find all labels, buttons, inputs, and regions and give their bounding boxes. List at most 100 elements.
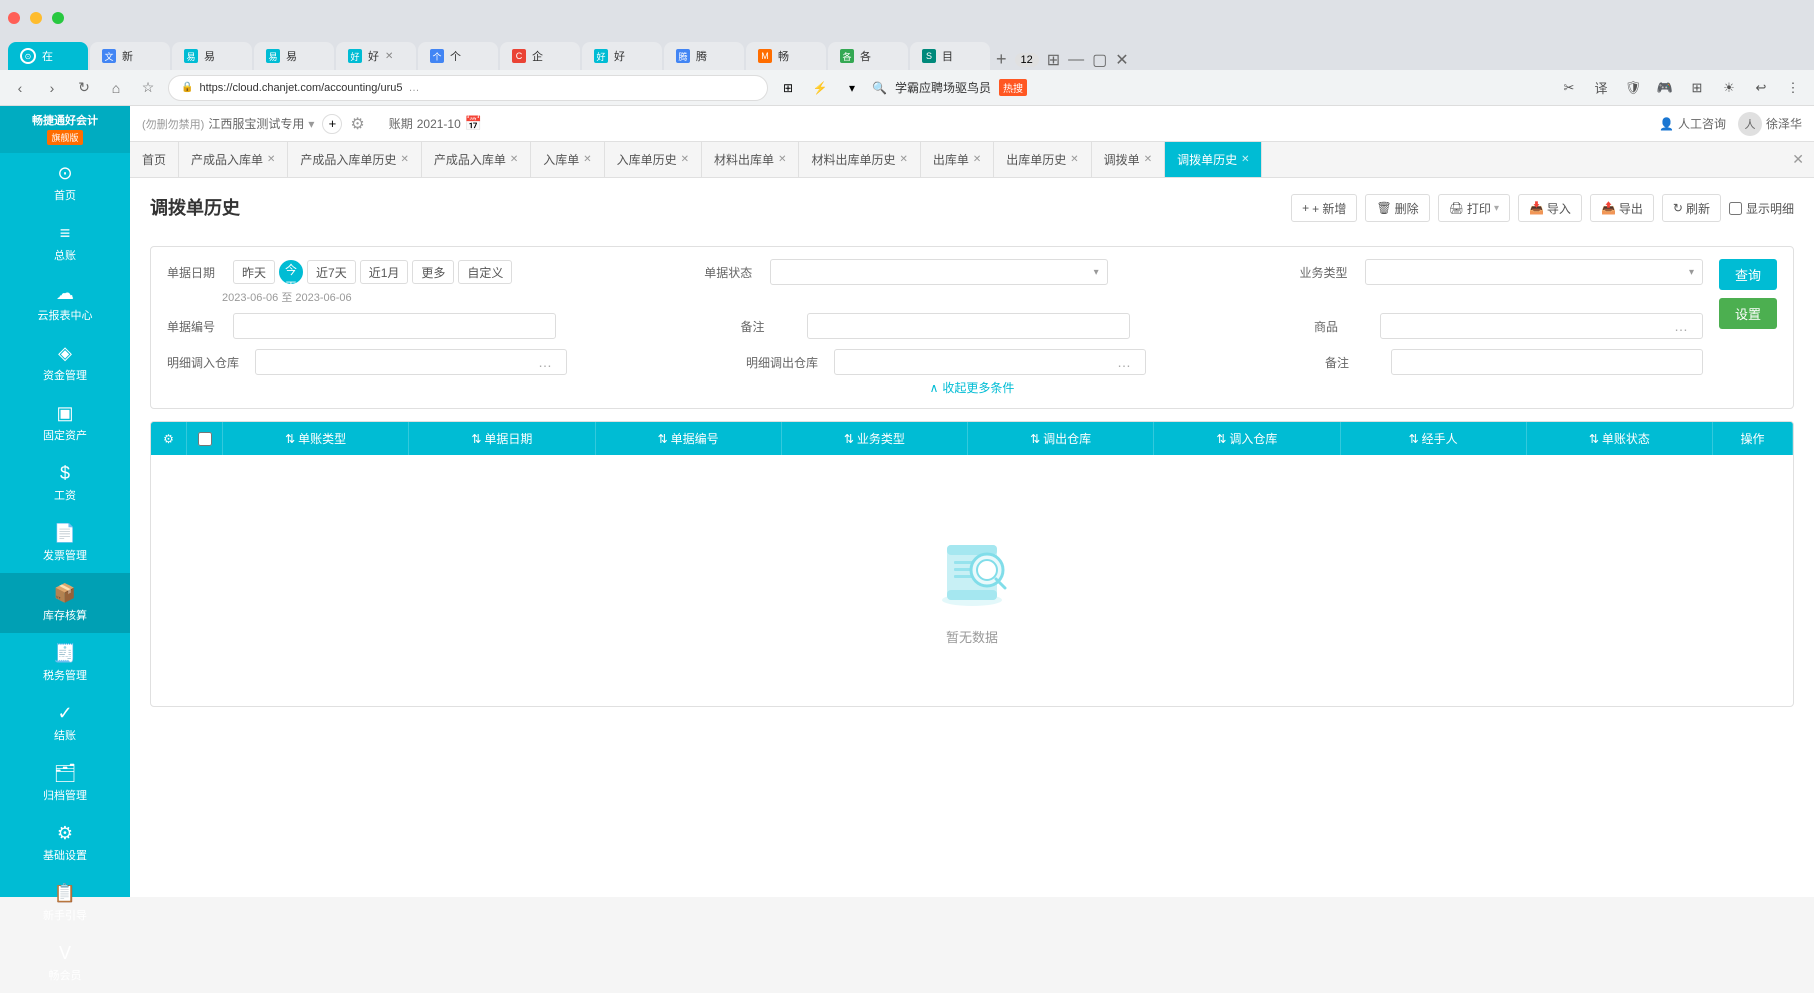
calendar-icon[interactable]: 📅 (465, 115, 482, 132)
sidebar-item-funds[interactable]: ◈ 资金管理 (0, 333, 130, 393)
voucher-num-input[interactable] (233, 313, 556, 339)
user-avatar-area[interactable]: 人 徐泽华 (1738, 112, 1802, 136)
page-tab-9-close[interactable]: ✕ (1070, 154, 1078, 165)
tab-menu-icon[interactable]: ⊞ (1047, 50, 1060, 70)
back-btn[interactable]: ‹ (8, 76, 32, 100)
browser-tab-2[interactable]: 易 易 (172, 42, 252, 70)
display-toggle-label[interactable]: 显示明细 (1729, 200, 1794, 217)
address-bar[interactable]: 🔒 https://cloud.chanjet.com/accounting/u… (168, 75, 768, 101)
sidebar-item-guide[interactable]: 📋 新手引导 (0, 873, 130, 933)
reload-btn[interactable]: ↻ (72, 76, 96, 100)
new-tab-btn[interactable]: + (996, 49, 1007, 70)
business-type-select[interactable]: ▾ (1365, 259, 1703, 285)
export-btn[interactable]: 📤 导出 (1590, 194, 1654, 222)
tab-close-4[interactable]: ✕ (385, 51, 393, 62)
refresh-btn[interactable]: ↻ 刷新 (1662, 194, 1721, 222)
page-tab-3[interactable]: 产成品入库单 ✕ (422, 142, 531, 178)
display-toggle-checkbox[interactable] (1729, 202, 1742, 215)
print-btn[interactable]: 🖨 打印 ▾ (1438, 194, 1510, 222)
th-in-warehouse[interactable]: ⇅ 调入仓库 (1154, 422, 1340, 455)
translate-icon[interactable]: 译 (1588, 75, 1614, 101)
browser-tab-9[interactable]: M 畅 (746, 42, 826, 70)
service-btn[interactable]: 👤 人工咨询 (1659, 115, 1726, 132)
date-btn-more[interactable]: 更多 (412, 260, 454, 284)
goods-select[interactable]: … (1380, 313, 1703, 339)
sidebar-item-payroll[interactable]: $ 工资 (0, 453, 130, 513)
browser-tab-1[interactable]: 文 新 (90, 42, 170, 70)
page-tab-7[interactable]: 材料出库单历史 ✕ (799, 142, 920, 178)
sidebar-item-archive[interactable]: 🗂 归档管理 (0, 753, 130, 813)
page-tab-3-close[interactable]: ✕ (510, 154, 518, 165)
undo-icon[interactable]: ↩ (1748, 75, 1774, 101)
page-tab-1-close[interactable]: ✕ (267, 154, 275, 165)
status-select[interactable]: ▾ (770, 259, 1108, 285)
browser-tab-10[interactable]: 各 各 (828, 42, 908, 70)
browser-tab-11[interactable]: S 目 (910, 42, 990, 70)
page-tab-2[interactable]: 产成品入库单历史 ✕ (288, 142, 421, 178)
maximize-btn[interactable]: ▢ (1092, 50, 1107, 70)
page-tab-5[interactable]: 入库单历史 ✕ (605, 142, 702, 178)
dropdown-btn[interactable]: ▾ (840, 76, 864, 100)
sidebar-item-ledger[interactable]: ≡ 总账 (0, 213, 130, 273)
sidebar-item-tax[interactable]: 🧾 税务管理 (0, 633, 130, 693)
sidebar-item-closing[interactable]: ✓ 结账 (0, 693, 130, 753)
home-btn[interactable]: ⌂ (104, 76, 128, 100)
page-tab-2-close[interactable]: ✕ (400, 154, 408, 165)
table-select-all[interactable] (198, 432, 212, 446)
th-business-type[interactable]: ⇅ 业务类型 (782, 422, 968, 455)
setting-btn[interactable]: 设置 (1719, 298, 1777, 329)
browser-tab-3[interactable]: 易 易 (254, 42, 334, 70)
query-btn[interactable]: 查询 (1719, 259, 1777, 290)
remarks-input[interactable] (807, 313, 1130, 339)
new-btn[interactable]: + + 新增 (1291, 194, 1357, 222)
date-btn-1month[interactable]: 近1月 (360, 260, 409, 284)
th-date[interactable]: ⇅ 单据日期 (409, 422, 595, 455)
th-status[interactable]: ⇅ 单账状态 (1527, 422, 1713, 455)
star-btn[interactable]: ☆ (136, 76, 160, 100)
browser-tab-4[interactable]: 好 好 ✕ (336, 42, 416, 70)
th-checkbox[interactable] (187, 422, 223, 455)
sidebar-item-home[interactable]: ⊙ 首页 (0, 153, 130, 213)
grid-icon[interactable]: ⊞ (1684, 75, 1710, 101)
menu-icon[interactable]: ⋮ (1780, 75, 1806, 101)
th-settings[interactable]: ⚙ (151, 422, 187, 455)
lightning-icon[interactable]: ⚡ (808, 76, 832, 100)
detail-out-select[interactable]: … (834, 349, 1146, 375)
delete-btn[interactable]: 🗑 删除 (1365, 194, 1429, 222)
scissors-icon[interactable]: ✂ (1556, 75, 1582, 101)
shield-icon[interactable]: 🛡 (1620, 75, 1646, 101)
date-btn-custom[interactable]: 自定义 (458, 260, 512, 284)
settings-gear-btn[interactable]: ⚙ (350, 114, 364, 134)
page-tab-home[interactable]: 首页 (130, 142, 179, 178)
extensions-icon[interactable]: ⊞ (776, 76, 800, 100)
detail-in-select[interactable]: … (255, 349, 567, 375)
page-tab-8[interactable]: 出库单 ✕ (921, 142, 994, 178)
close-all-tabs-btn[interactable]: ✕ (1782, 151, 1814, 168)
page-tab-6-close[interactable]: ✕ (778, 154, 786, 165)
page-tab-6[interactable]: 材料出库单 ✕ (702, 142, 799, 178)
date-btn-7days[interactable]: 近7天 (307, 260, 356, 284)
th-handler[interactable]: ⇅ 经手人 (1341, 422, 1527, 455)
page-tab-10[interactable]: 调拨单 ✕ (1092, 142, 1165, 178)
sidebar-item-reports[interactable]: ☁ 云报表中心 (0, 273, 130, 333)
browser-tab-6[interactable]: C 企 (500, 42, 580, 70)
th-voucher-num[interactable]: ⇅ 单据编号 (596, 422, 782, 455)
page-tab-8-close[interactable]: ✕ (973, 154, 981, 165)
browser-tab-0[interactable]: ⊙ 在 (8, 42, 88, 70)
page-tab-5-close[interactable]: ✕ (681, 154, 689, 165)
date-btn-today[interactable]: 今天 (279, 260, 303, 284)
page-tab-9[interactable]: 出库单历史 ✕ (994, 142, 1091, 178)
sidebar-item-assets[interactable]: ▣ 固定资产 (0, 393, 130, 453)
close-btn[interactable]: ✕ (1115, 50, 1128, 70)
th-out-warehouse[interactable]: ⇅ 调出仓库 (968, 422, 1154, 455)
page-tab-11-close[interactable]: ✕ (1241, 154, 1249, 165)
sidebar-item-settings[interactable]: ⚙ 基础设置 (0, 813, 130, 873)
sidebar-item-inventory[interactable]: 📦 库存核算 (0, 573, 130, 633)
add-company-btn[interactable]: + (322, 114, 342, 134)
note-input[interactable] (1391, 349, 1703, 375)
th-voucher-type[interactable]: ⇅ 单账类型 (223, 422, 409, 455)
browser-tab-5[interactable]: 个 个 (418, 42, 498, 70)
page-tab-10-close[interactable]: ✕ (1144, 154, 1152, 165)
page-tab-4-close[interactable]: ✕ (583, 154, 591, 165)
minimize-btn[interactable]: — (1068, 51, 1084, 69)
